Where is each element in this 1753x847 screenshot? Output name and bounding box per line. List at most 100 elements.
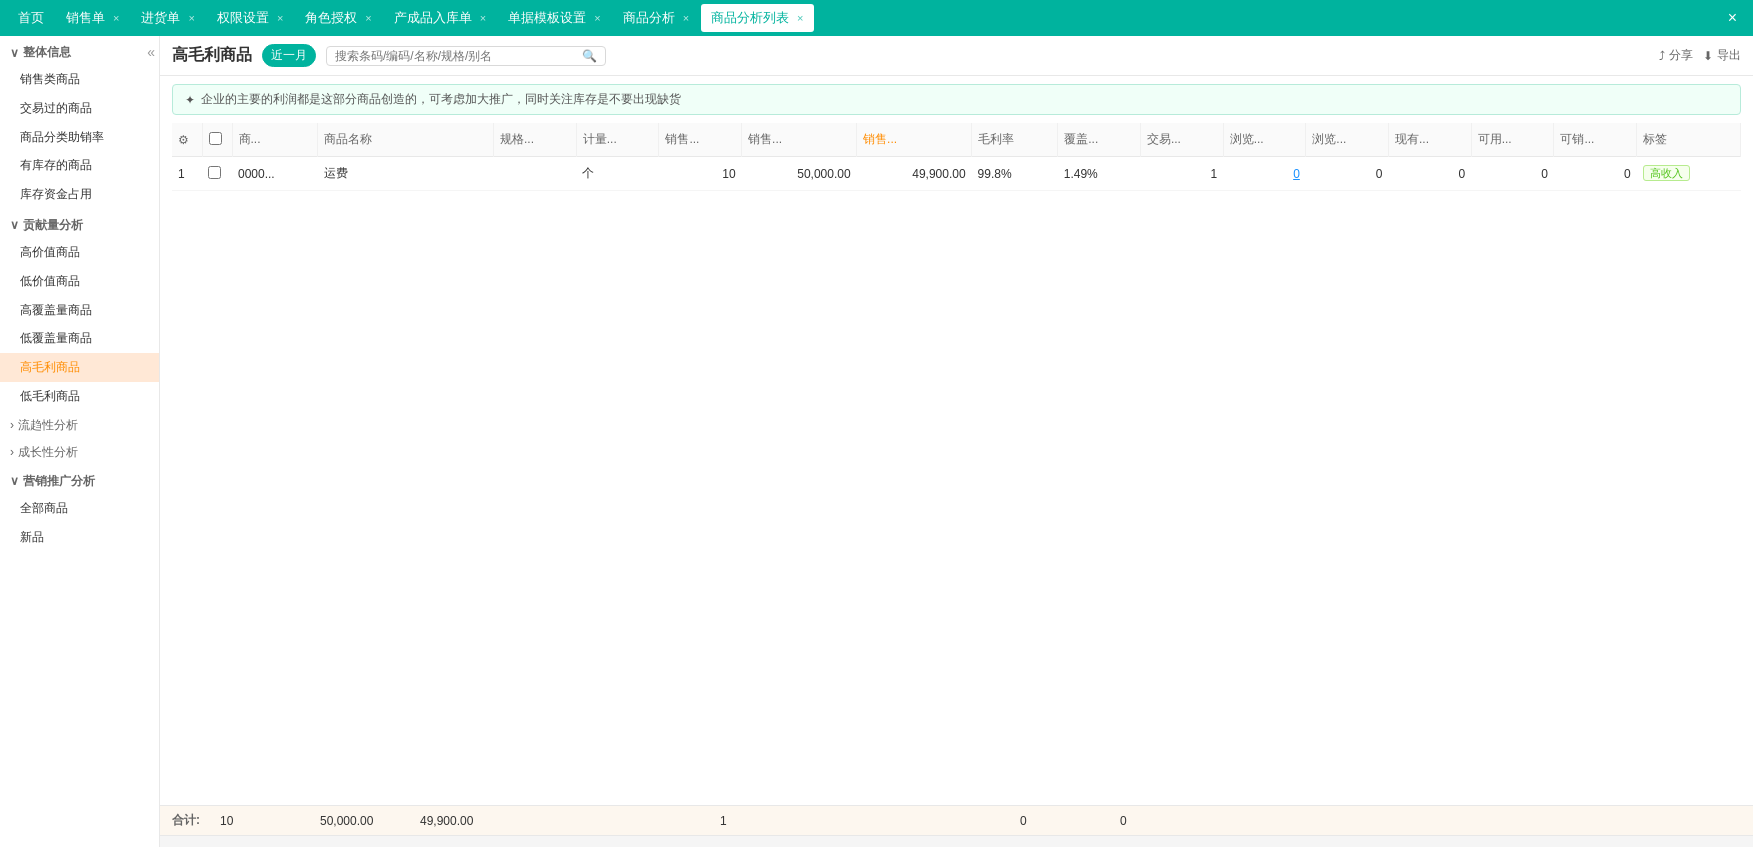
footer-stock-available: 0 [1020,814,1100,828]
nav-sales[interactable]: 销售单 × [56,4,129,32]
chevron-right-icon: › [10,445,14,459]
window-close-button[interactable]: × [1720,9,1745,27]
sidebar-item-traded-goods[interactable]: 交易过的商品 [0,94,159,123]
footer-sales-amount: 50,000.00 [320,814,400,828]
nav-product-in[interactable]: 产成品入库单 × [384,4,496,32]
sidebar-item-sales-goods[interactable]: 销售类商品 [0,65,159,94]
content-header: 高毛利商品 近一月 🔍 ⤴ 分享 ⬇ 导出 [160,36,1753,76]
close-icon[interactable]: × [594,12,600,24]
close-icon[interactable]: × [365,12,371,24]
header-actions: ⤴ 分享 ⬇ 导出 [1659,47,1741,64]
nav-purchase[interactable]: 进货单 × [131,4,204,32]
close-icon[interactable]: × [683,12,689,24]
search-icon[interactable]: 🔍 [582,49,597,63]
export-icon: ⬇ [1703,49,1713,63]
close-icon[interactable]: × [113,12,119,24]
sidebar-group-contribution[interactable]: ∨ 贡献量分析 [0,209,159,238]
nav-product-analysis[interactable]: 商品分析 × [613,4,699,32]
sidebar-item-all-goods[interactable]: 全部商品 [0,494,159,523]
cell-views2: 0 [1306,157,1389,191]
sidebar-item-low-value[interactable]: 低价值商品 [0,267,159,296]
sidebar-item-high-value[interactable]: 高价值商品 [0,238,159,267]
cell-index: 1 [172,157,202,191]
select-all-checkbox[interactable] [209,132,222,145]
cell-stock-current: 0 [1389,157,1472,191]
sidebar-item-low-coverage[interactable]: 低覆盖量商品 [0,324,159,353]
nav-template[interactable]: 单据模板设置 × [498,4,610,32]
search-input[interactable] [335,49,576,63]
chevron-down-icon: ∨ [10,218,19,232]
cell-name: 运费 [318,157,494,191]
col-stock-sellable[interactable]: 可销... [1554,123,1637,157]
sidebar-item-low-margin[interactable]: 低毛利商品 [0,382,159,411]
close-icon[interactable]: × [797,12,803,24]
cell-coverage: 1.49% [1058,157,1141,191]
nav-home[interactable]: 首页 [8,4,54,32]
close-icon[interactable]: × [277,12,283,24]
nav-product-analysis-list[interactable]: 商品分析列表 × [701,4,813,32]
col-sales-cost[interactable]: 销售... [857,123,972,157]
sidebar-item-high-margin[interactable]: 高毛利商品 [0,353,159,382]
col-tag[interactable]: 标签 [1637,123,1741,157]
col-transactions[interactable]: 交易... [1140,123,1223,157]
col-stock-current[interactable]: 现有... [1389,123,1472,157]
page-title: 高毛利商品 [172,45,252,66]
footer-stock-sellable: 0 [1120,814,1200,828]
chevron-down-icon: ∨ [10,474,19,488]
sidebar-item-stock-capital[interactable]: 库存资金占用 [0,180,159,209]
col-spec[interactable]: 规格... [494,123,577,157]
sidebar-item-category-rate[interactable]: 商品分类助销率 [0,123,159,152]
share-button[interactable]: ⤴ 分享 [1659,47,1693,64]
col-sales-qty[interactable]: 销售... [659,123,742,157]
cell-gross-margin: 99.8% [972,157,1058,191]
footer-transactions: 1 [720,814,800,828]
close-icon[interactable]: × [480,12,486,24]
col-stock-available[interactable]: 可用... [1471,123,1554,157]
sidebar-group-marketing[interactable]: ∨ 营销推广分析 [0,465,159,494]
nav-permission[interactable]: 权限设置 × [207,4,293,32]
info-icon: ✦ [185,93,195,107]
search-box: 🔍 [326,46,606,66]
col-gross-margin[interactable]: 毛利率 [972,123,1058,157]
export-button[interactable]: ⬇ 导出 [1703,47,1741,64]
table-footer: 合计: 10 50,000.00 49,900.00 1 0 0 [160,805,1753,835]
col-sales-amount[interactable]: 销售... [742,123,857,157]
cell-sales-qty: 10 [659,157,742,191]
share-icon: ⤴ [1659,49,1665,63]
row-checkbox[interactable] [208,166,221,179]
col-name[interactable]: 商品名称 [318,123,494,157]
cell-views1[interactable]: 0 [1223,157,1306,191]
nav-role[interactable]: 角色授权 × [295,4,381,32]
footer-label: 合计: [172,812,200,829]
footer-sales-qty: 10 [220,814,300,828]
cell-sales-cost: 49,900.00 [857,157,972,191]
col-code[interactable]: 商... [232,123,318,157]
cell-unit: 个 [576,157,659,191]
cell-stock-sellable: 0 [1554,157,1637,191]
sidebar-item-in-stock[interactable]: 有库存的商品 [0,151,159,180]
info-banner: ✦ 企业的主要的利润都是这部分商品创造的，可考虑加大推广，同时关注库存是不要出现… [172,84,1741,115]
cell-transactions: 1 [1140,157,1223,191]
sidebar-group-flow[interactable]: › 流趋性分析 [0,411,159,438]
cell-sales-amount: 50,000.00 [742,157,857,191]
col-views1[interactable]: 浏览... [1223,123,1306,157]
col-coverage[interactable]: 覆盖... [1058,123,1141,157]
sidebar-collapse-button[interactable]: « [147,44,155,60]
close-icon[interactable]: × [188,12,194,24]
sidebar-group-overall[interactable]: ∨ 整体信息 [0,36,159,65]
sidebar-group-growth[interactable]: › 成长性分析 [0,438,159,465]
content-area: 高毛利商品 近一月 🔍 ⤴ 分享 ⬇ 导出 ✦ 企业的主要的利润都是这部分商品创… [160,36,1753,847]
chevron-down-icon: ∨ [10,46,19,60]
horizontal-scrollbar[interactable] [160,835,1753,847]
filter-last-month-button[interactable]: 近一月 [262,44,316,67]
col-settings[interactable]: ⚙ [172,123,202,157]
cell-checkbox[interactable] [202,157,232,191]
cell-spec [494,157,577,191]
col-checkbox[interactable] [202,123,232,157]
main-layout: « ∨ 整体信息 销售类商品 交易过的商品 商品分类助销率 有库存的商品 库存资… [0,36,1753,847]
sidebar-item-new-goods[interactable]: 新品 [0,523,159,552]
col-unit[interactable]: 计量... [576,123,659,157]
col-views2[interactable]: 浏览... [1306,123,1389,157]
sidebar-item-high-coverage[interactable]: 高覆盖量商品 [0,296,159,325]
sidebar: « ∨ 整体信息 销售类商品 交易过的商品 商品分类助销率 有库存的商品 库存资… [0,36,160,847]
